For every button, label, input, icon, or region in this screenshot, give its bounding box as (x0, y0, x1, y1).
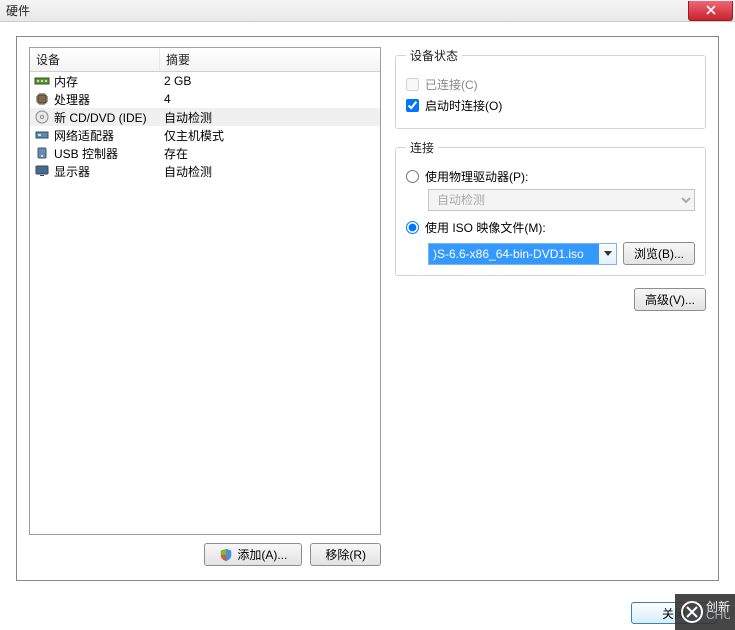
device-name: 网络适配器 (54, 127, 164, 144)
browse-button[interactable]: 浏览(B)... (623, 242, 695, 265)
connect-at-poweron-checkbox[interactable] (406, 99, 419, 112)
col-summary[interactable]: 摘要 (160, 48, 380, 71)
cpu-icon (34, 91, 50, 107)
device-summary: 2 GB (164, 74, 376, 88)
table-header: 设备 摘要 (30, 48, 380, 72)
chevron-down-icon (604, 251, 612, 257)
physical-drive-select: 自动检测 (428, 189, 695, 211)
memory-icon (34, 73, 50, 89)
table-row[interactable]: 新 CD/DVD (IDE)自动检测 (30, 108, 380, 126)
cd-icon (34, 109, 50, 125)
svg-text:CHUANG XINHU LIAN: CHUANG XINHU LIAN (706, 608, 730, 622)
device-summary: 自动检测 (164, 109, 376, 126)
shield-icon (219, 548, 233, 562)
connected-label: 已连接(C) (425, 76, 478, 93)
connection-legend: 连接 (406, 139, 438, 156)
hardware-panel: 设备 摘要 内存2 GB处理器4新 CD/DVD (IDE)自动检测网络适配器仅… (16, 36, 719, 581)
close-icon (706, 5, 716, 15)
display-icon (34, 163, 50, 179)
device-summary: 存在 (164, 145, 376, 162)
connection-group: 连接 使用物理驱动器(P): 自动检测 使用 ISO 映像文件(M): (395, 139, 706, 276)
watermark-logo: 创新互联 CHUANG XINHU LIAN (675, 594, 735, 630)
table-row[interactable]: USB 控制器存在 (30, 144, 380, 162)
table-row[interactable]: 处理器4 (30, 90, 380, 108)
device-summary: 4 (164, 92, 376, 106)
iso-dropdown-button[interactable] (599, 243, 617, 265)
device-name: 显示器 (54, 163, 164, 180)
connect-at-poweron-label[interactable]: 启动时连接(O) (425, 97, 502, 114)
iso-file-radio[interactable] (406, 221, 419, 234)
device-name: USB 控制器 (54, 145, 164, 162)
col-device[interactable]: 设备 (30, 48, 160, 71)
device-status-legend: 设备状态 (406, 47, 462, 64)
close-window-button[interactable] (688, 1, 733, 21)
table-row[interactable]: 内存2 GB (30, 72, 380, 90)
device-summary: 仅主机模式 (164, 127, 376, 144)
device-summary: 自动检测 (164, 163, 376, 180)
device-status-group: 设备状态 已连接(C) 启动时连接(O) (395, 47, 706, 129)
nic-icon (34, 127, 50, 143)
window-title: 硬件 (6, 2, 30, 19)
table-row[interactable]: 显示器自动检测 (30, 162, 380, 180)
hardware-table: 设备 摘要 内存2 GB处理器4新 CD/DVD (IDE)自动检测网络适配器仅… (29, 47, 381, 535)
advanced-button[interactable]: 高级(V)... (634, 288, 706, 311)
device-name: 处理器 (54, 91, 164, 108)
usb-icon (34, 145, 50, 161)
connected-checkbox (406, 78, 419, 91)
iso-file-input[interactable] (428, 243, 599, 265)
physical-drive-label[interactable]: 使用物理驱动器(P): (425, 168, 528, 185)
table-row[interactable]: 网络适配器仅主机模式 (30, 126, 380, 144)
device-name: 内存 (54, 73, 164, 90)
add-button-label: 添加(A)... (237, 546, 287, 563)
add-button[interactable]: 添加(A)... (204, 543, 302, 566)
physical-drive-radio[interactable] (406, 170, 419, 183)
remove-button[interactable]: 移除(R) (310, 543, 381, 566)
device-name: 新 CD/DVD (IDE) (54, 109, 164, 126)
iso-file-label[interactable]: 使用 ISO 映像文件(M): (425, 219, 546, 236)
